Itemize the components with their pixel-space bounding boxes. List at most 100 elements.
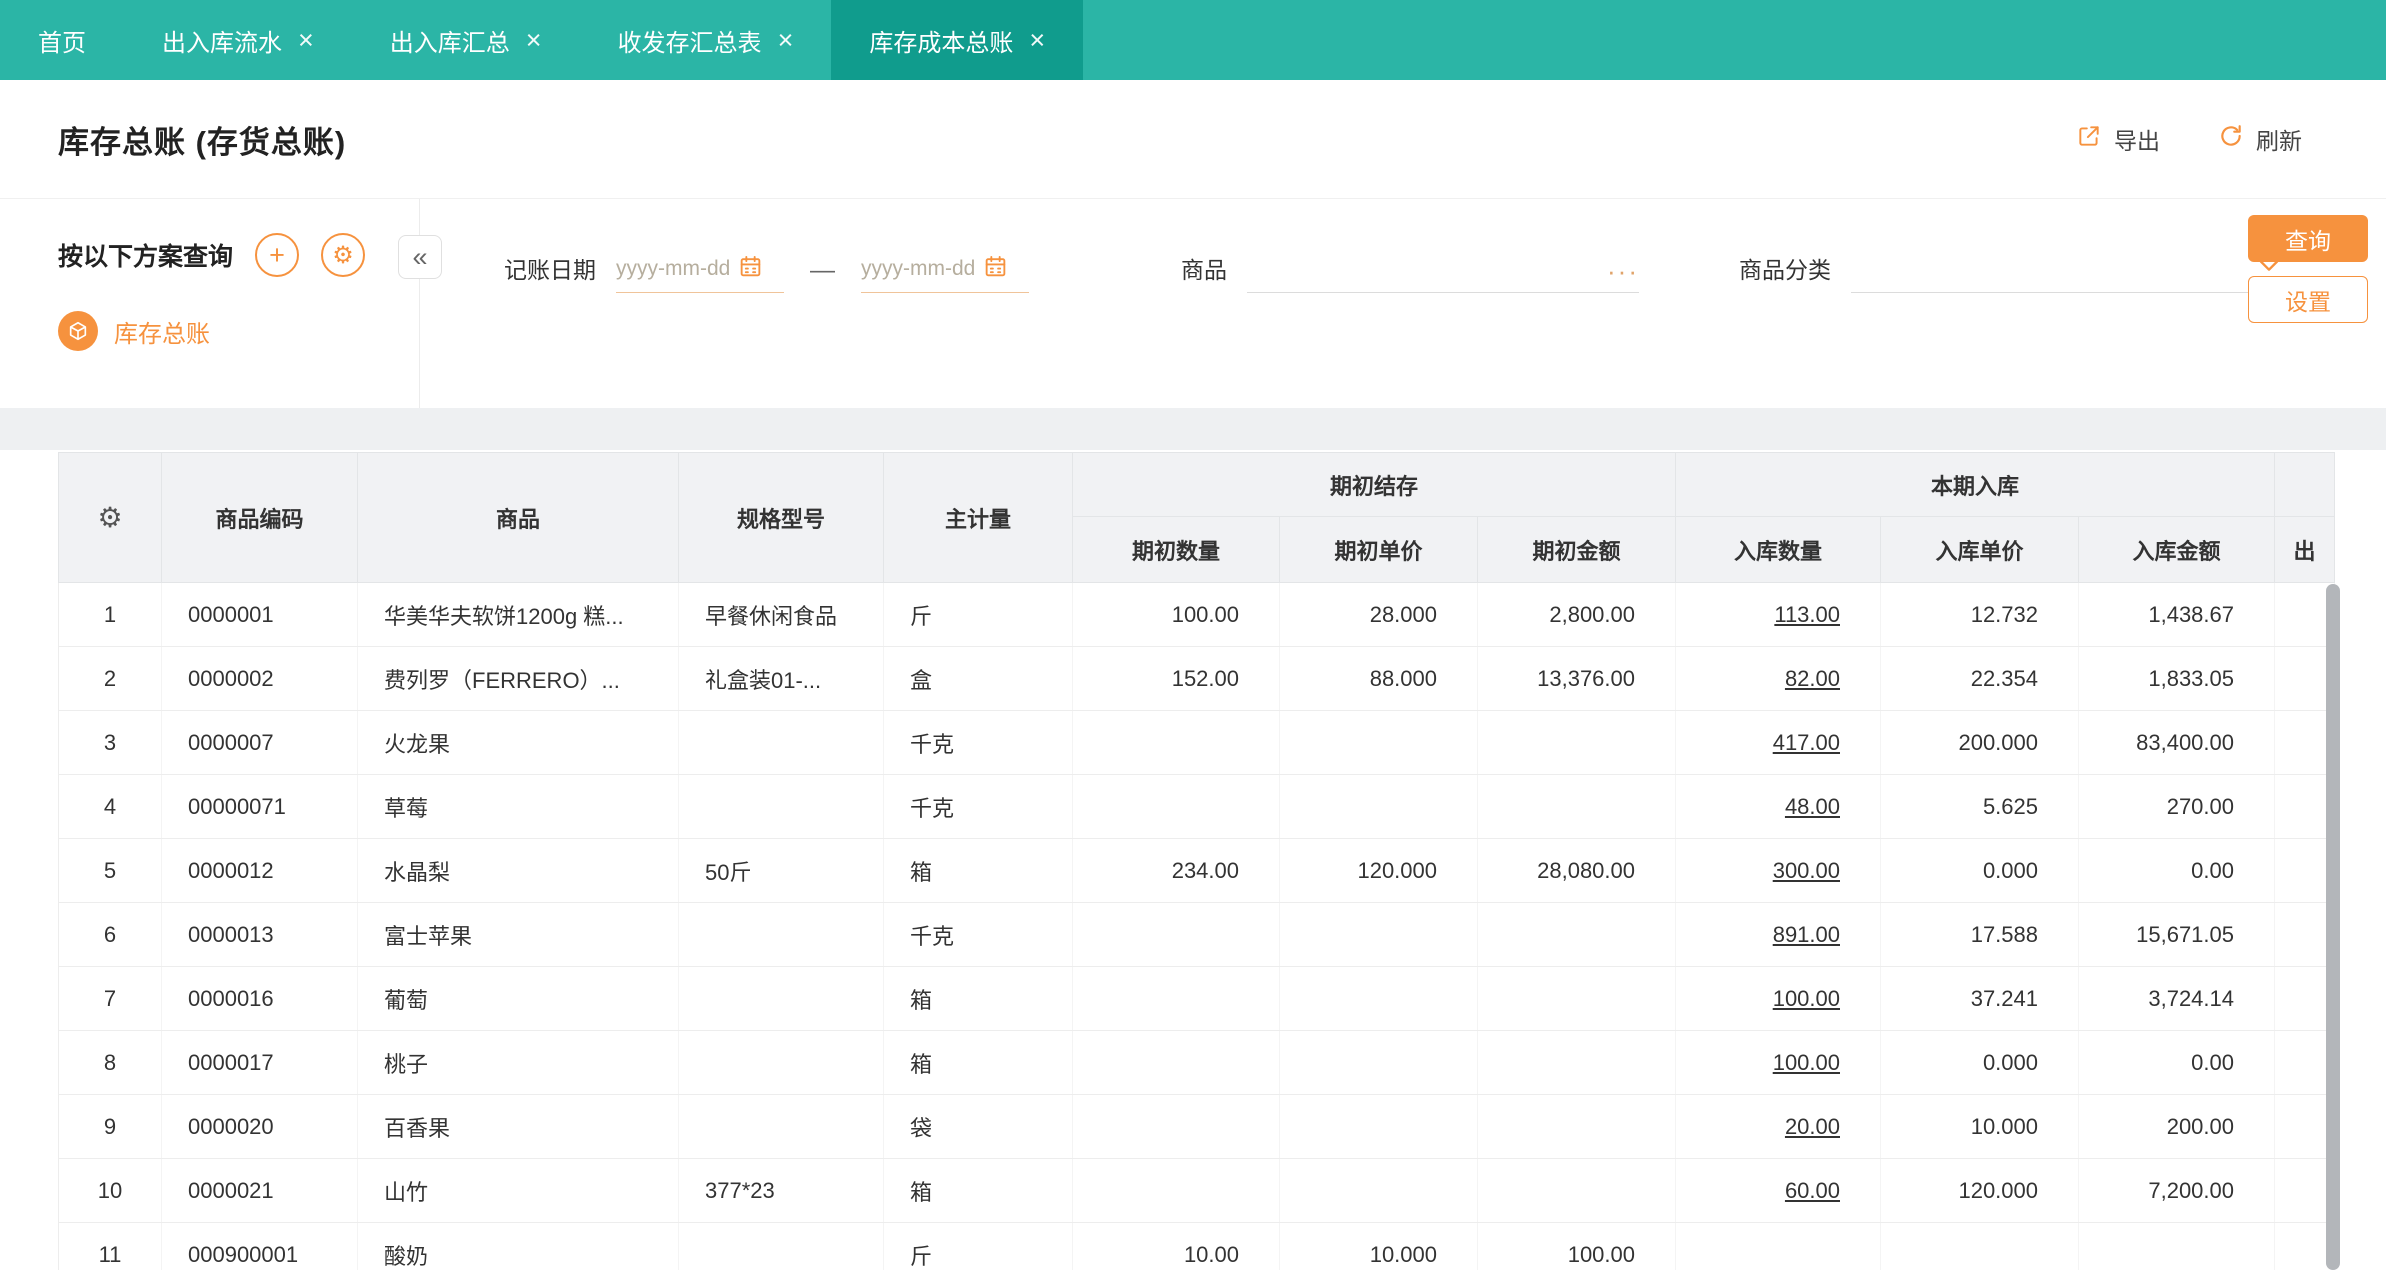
content-gap bbox=[0, 408, 2386, 450]
in-qty-link[interactable]: 100.00 bbox=[1773, 986, 1840, 1011]
tab-close-icon[interactable]: × bbox=[298, 26, 314, 54]
inventory-table: ⚙ 商品编码 商品 规格型号 主计量 期初结存 本期入库 期初数量 期初单价 期… bbox=[58, 452, 2335, 1270]
refresh-label: 刷新 bbox=[2256, 128, 2302, 154]
col-open-price: 期初单价 bbox=[1279, 516, 1478, 583]
col-in-qty: 入库数量 bbox=[1675, 516, 1881, 583]
group-opening-balance: 期初结存 bbox=[1072, 452, 1676, 517]
scheme-settings-button[interactable]: ⚙ bbox=[321, 233, 366, 277]
cell-in_qty: 20.00 bbox=[1675, 1094, 1881, 1159]
cell-name: 火龙果 bbox=[357, 710, 679, 775]
cell-open_qty bbox=[1072, 1094, 1280, 1159]
vertical-scrollbar[interactable] bbox=[2326, 584, 2340, 1270]
cell-unit: 千克 bbox=[883, 710, 1073, 775]
date-start-field[interactable] bbox=[616, 257, 738, 281]
tab-item-0[interactable]: 首页 bbox=[0, 0, 124, 80]
scheme-item-inventory-ledger[interactable]: 库存总账 bbox=[58, 311, 419, 351]
col-unit: 主计量 bbox=[883, 452, 1073, 583]
cell-spec bbox=[678, 1094, 884, 1159]
refresh-button[interactable]: 刷新 bbox=[2218, 122, 2302, 156]
col-in-price: 入库单价 bbox=[1880, 516, 2079, 583]
in-qty-link[interactable]: 417.00 bbox=[1773, 730, 1840, 755]
cell-idx: 9 bbox=[58, 1094, 162, 1159]
cell-spec bbox=[678, 774, 884, 839]
scheme-panel-title: 按以下方案查询 bbox=[58, 243, 234, 271]
tab-item-2[interactable]: 出入库汇总 × bbox=[352, 0, 580, 80]
cell-code: 0000016 bbox=[161, 966, 358, 1031]
cell-open_amount bbox=[1477, 710, 1676, 775]
cell-name: 山竹 bbox=[357, 1158, 679, 1223]
cell-name: 富士苹果 bbox=[357, 902, 679, 967]
cell-open_amount: 13,376.00 bbox=[1477, 646, 1676, 711]
cell-idx: 3 bbox=[58, 710, 162, 775]
cell-in_price: 120.000 bbox=[1880, 1158, 2079, 1223]
date-start-input[interactable] bbox=[616, 254, 784, 293]
export-label: 导出 bbox=[2114, 128, 2160, 154]
cell-idx: 1 bbox=[58, 582, 162, 647]
ellipsis-picker-icon[interactable]: ··· bbox=[1607, 259, 1639, 284]
cell-spec bbox=[678, 1222, 884, 1270]
product-field[interactable] bbox=[1247, 260, 1608, 284]
cell-unit: 千克 bbox=[883, 774, 1073, 839]
category-field[interactable] bbox=[1851, 255, 2255, 280]
category-filter-select[interactable] bbox=[1851, 251, 2283, 293]
in-qty-link[interactable]: 60.00 bbox=[1785, 1178, 1840, 1203]
cell-spec bbox=[678, 1030, 884, 1095]
cell-open_qty: 100.00 bbox=[1072, 582, 1280, 647]
in-qty-link[interactable]: 20.00 bbox=[1785, 1114, 1840, 1139]
in-qty-link[interactable]: 300.00 bbox=[1773, 858, 1840, 883]
product-filter-label: 商品 bbox=[1181, 257, 1227, 283]
table-row: 7 0000016 葡萄 箱 100.00 37.241 3,724.14 bbox=[58, 966, 2335, 1031]
table-row: 11 000900001 酸奶 斤 10.00 10.000 100.00 bbox=[58, 1222, 2335, 1270]
tab-item-4[interactable]: 库存成本总账 × bbox=[831, 0, 1084, 80]
cell-unit: 斤 bbox=[883, 1222, 1073, 1270]
col-in-amount: 入库金额 bbox=[2078, 516, 2275, 583]
group-outbound-partial bbox=[2274, 452, 2335, 517]
cell-idx: 5 bbox=[58, 838, 162, 903]
tab-item-1[interactable]: 出入库流水 × bbox=[124, 0, 352, 80]
cell-open_amount: 28,080.00 bbox=[1477, 838, 1676, 903]
collapse-panel-button[interactable]: « bbox=[398, 235, 442, 279]
tab-close-icon[interactable]: × bbox=[778, 26, 794, 54]
tab-close-icon[interactable]: × bbox=[526, 26, 542, 54]
cell-in_qty: 891.00 bbox=[1675, 902, 1881, 967]
cell-in_amount bbox=[2078, 1222, 2275, 1270]
in-qty-link[interactable]: 100.00 bbox=[1773, 1050, 1840, 1075]
in-qty-link[interactable]: 82.00 bbox=[1785, 666, 1840, 691]
date-end-input[interactable] bbox=[861, 254, 1029, 293]
table-row: 2 0000002 费列罗（FERRERO）... 礼盒装01-... 盒 152.00 8… bbox=[58, 646, 2335, 711]
in-qty-link[interactable]: 891.00 bbox=[1773, 922, 1840, 947]
table-row: 9 0000020 百香果 袋 20.00 10.000 200.00 bbox=[58, 1094, 2335, 1159]
cell-in_qty: 300.00 bbox=[1675, 838, 1881, 903]
tab-close-icon[interactable]: × bbox=[1029, 26, 1045, 54]
calendar-icon[interactable] bbox=[738, 254, 763, 284]
tab-item-3[interactable]: 收发存汇总表 × bbox=[580, 0, 832, 80]
cell-open_price bbox=[1279, 966, 1478, 1031]
settings-button[interactable]: 设置 bbox=[2248, 276, 2368, 323]
export-button[interactable]: 导出 bbox=[2076, 122, 2160, 156]
column-settings-button[interactable]: ⚙ bbox=[58, 452, 162, 583]
cell-unit: 袋 bbox=[883, 1094, 1073, 1159]
product-filter-input[interactable]: ··· bbox=[1247, 259, 1639, 293]
calendar-icon[interactable] bbox=[983, 254, 1008, 284]
cell-idx: 11 bbox=[58, 1222, 162, 1270]
cell-in_qty: 48.00 bbox=[1675, 774, 1881, 839]
cell-open_qty: 10.00 bbox=[1072, 1222, 1280, 1270]
table-row: 5 0000012 水晶梨 50斤箱 234.00 120.000 28,080.00 300… bbox=[58, 838, 2335, 903]
query-button[interactable]: 查询 bbox=[2248, 215, 2368, 262]
cell-in_amount: 7,200.00 bbox=[2078, 1158, 2275, 1223]
in-qty-link[interactable]: 48.00 bbox=[1785, 794, 1840, 819]
add-scheme-button[interactable]: + bbox=[255, 233, 300, 277]
tab-label: 收发存汇总表 bbox=[617, 29, 762, 57]
date-end-field[interactable] bbox=[861, 257, 983, 281]
cell-in_amount: 15,671.05 bbox=[2078, 902, 2275, 967]
cell-code: 0000021 bbox=[161, 1158, 358, 1223]
gear-icon: ⚙ bbox=[332, 241, 354, 269]
tab-label: 出入库流水 bbox=[162, 29, 282, 57]
cell-in_qty: 82.00 bbox=[1675, 646, 1881, 711]
cell-unit: 箱 bbox=[883, 838, 1073, 903]
tab-label: 库存成本总账 bbox=[869, 29, 1014, 57]
cell-in_amount: 270.00 bbox=[2078, 774, 2275, 839]
cell-code: 0000020 bbox=[161, 1094, 358, 1159]
cell-open_price bbox=[1279, 710, 1478, 775]
in-qty-link[interactable]: 113.00 bbox=[1774, 602, 1840, 627]
